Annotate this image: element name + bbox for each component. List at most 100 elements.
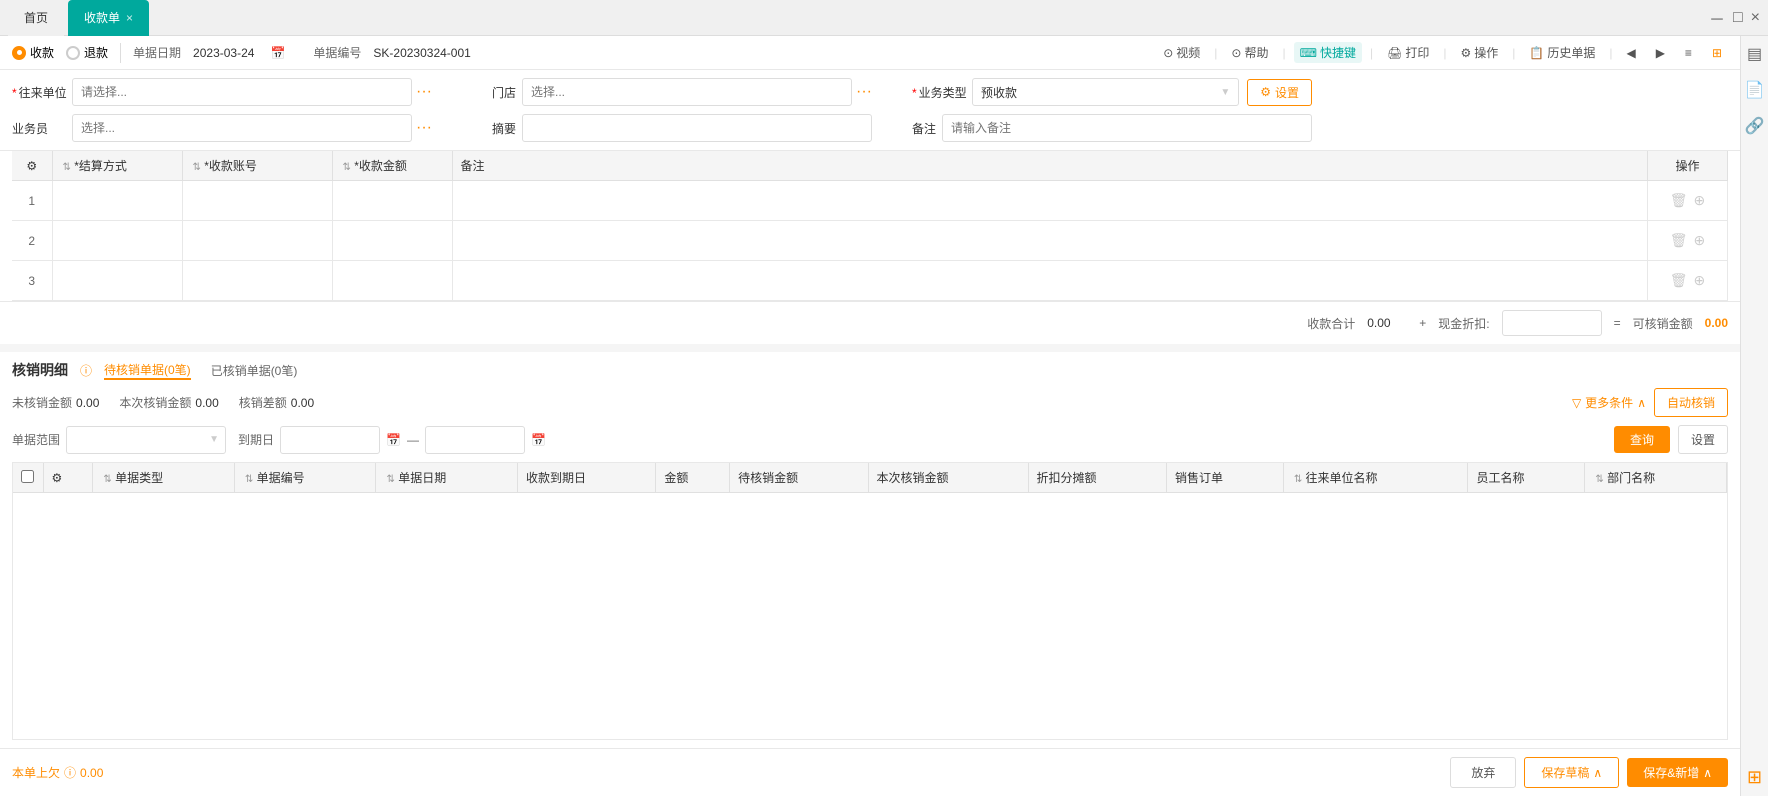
amount-col-header: ⇅ *收款金额	[332, 151, 452, 181]
calendar-icon[interactable]: 📅	[270, 46, 285, 60]
settings-col-header[interactable]: ⚙	[12, 151, 52, 181]
draft-btn[interactable]: 保存草稿 ∧	[1524, 757, 1619, 788]
row-2-remark[interactable]	[452, 221, 1648, 261]
note-label: 备注	[912, 120, 942, 137]
verify-table: ⚙ ⇅ 单据类型 ⇅ 单据编号 ⇅	[13, 463, 1727, 493]
row-3-settlement[interactable]	[52, 261, 182, 301]
row-2-account[interactable]	[182, 221, 332, 261]
select-all-checkbox[interactable]	[21, 470, 34, 483]
print-btn[interactable]: 🖨 打印	[1381, 42, 1435, 63]
pending-tab-link[interactable]: 待核销单据(0笔)	[104, 361, 191, 380]
sidebar-icon-link[interactable]: 🔗	[1745, 116, 1765, 136]
receipt-table-section: ⚙ ⇅ *结算方式 ⇅ *收款账号 ⇅ *收款金额	[0, 151, 1740, 301]
salesperson-input[interactable]	[72, 114, 412, 142]
prev-btn[interactable]: ◀	[1620, 44, 1641, 62]
table-settings-icon-2[interactable]: ⚙	[52, 471, 63, 485]
col-settings-header[interactable]: ⚙	[43, 463, 93, 493]
sidebar-icon-active[interactable]: ⊞	[1747, 767, 1762, 788]
row-3-delete-icon[interactable]: 🗑	[1670, 272, 1688, 289]
done-tab-link[interactable]: 已核销单据(0笔)	[211, 362, 298, 379]
row-3-amount[interactable]	[332, 261, 452, 301]
total-value: 0.00	[1367, 316, 1407, 330]
shop-more-btn[interactable]: ···	[856, 84, 872, 100]
row-2-delete-icon[interactable]: 🗑	[1670, 232, 1688, 249]
row-3-remark[interactable]	[452, 261, 1648, 301]
shop-input[interactable]	[522, 78, 852, 106]
date-from-input[interactable]: 2022-04-01	[280, 426, 380, 454]
diff-label: 核销差额	[239, 394, 287, 411]
table-settings-icon[interactable]: ⚙	[26, 159, 37, 173]
date-to-input[interactable]: 2022-04-12	[425, 426, 525, 454]
summary-label: 摘要	[492, 120, 522, 137]
bottom-actions: 放弃 保存草稿 ∧ 保存&新增 ∧	[1450, 757, 1728, 788]
row-2-copy-icon[interactable]: ⊕	[1694, 232, 1706, 249]
next-btn[interactable]: ▶	[1650, 44, 1671, 62]
sort-icon-settlement[interactable]: ⇅	[63, 162, 71, 173]
radio-refund[interactable]: 退款	[66, 44, 108, 61]
filter-icon: ▽	[1572, 396, 1581, 410]
setting-button[interactable]: ⚙ 设置	[1247, 79, 1312, 106]
row-1-amount[interactable]	[332, 181, 452, 221]
col-sales-order: 销售订单	[1166, 463, 1283, 493]
video-btn[interactable]: ⊙ 视频	[1157, 42, 1206, 63]
minimize-btn[interactable]: －	[1709, 6, 1725, 30]
toolbar: 收款 退款 单据日期 2023-03-24 📅 单据编号 SK-20230324…	[0, 36, 1740, 70]
doc-range-select[interactable]: ▼	[66, 426, 226, 454]
row-2-settlement[interactable]	[52, 221, 182, 261]
row-2-amount[interactable]	[332, 221, 452, 261]
verify-settings-btn[interactable]: 设置	[1678, 425, 1728, 454]
close-btn[interactable]: ×	[1751, 9, 1760, 27]
auto-verify-btn[interactable]: 自动核销	[1654, 388, 1728, 417]
note-input[interactable]	[942, 114, 1312, 142]
operation-btn[interactable]: ⚙ 操作	[1454, 42, 1504, 63]
checkbox-col-header[interactable]	[13, 463, 43, 493]
col-doc-date: ⇅ 单据日期	[376, 463, 518, 493]
tab-receipt[interactable]: 收款单 ×	[68, 0, 149, 36]
history-btn[interactable]: 📋 历史单据	[1523, 42, 1601, 63]
col-pending-amount: 待核销金额	[730, 463, 868, 493]
business-type-select[interactable]: 预收款 ▼	[972, 78, 1239, 106]
tab-receipt-close[interactable]: ×	[126, 11, 133, 25]
right-sidebar: ▤ 📄 🔗 ⊞	[1740, 36, 1768, 796]
this-check-item: 本次核销金额 0.00	[119, 394, 218, 411]
list-view-btn[interactable]: ≡	[1679, 44, 1698, 62]
calendar-from-icon[interactable]: 📅	[386, 433, 401, 447]
row-3-account[interactable]	[182, 261, 332, 301]
unchecked-value: 0.00	[76, 396, 99, 410]
row-1-remark[interactable]	[452, 181, 1648, 221]
table-row: 3 🗑 ⊕	[12, 261, 1728, 301]
abandon-btn[interactable]: 放弃	[1450, 757, 1516, 788]
sidebar-icon-table[interactable]: ▤	[1747, 44, 1762, 64]
tab-home[interactable]: 首页	[8, 0, 64, 36]
salesperson-more-btn[interactable]: ···	[416, 120, 432, 136]
tab-receipt-label: 收款单	[84, 9, 120, 26]
sort-icon-account[interactable]: ⇅	[193, 162, 201, 173]
verify-info-icon[interactable]: ⓘ	[80, 362, 92, 379]
more-conditions-btn[interactable]: ▽ 更多条件 ∧	[1572, 394, 1646, 411]
row-1-delete-icon[interactable]: 🗑	[1670, 192, 1688, 209]
sidebar-icon-doc[interactable]: 📄	[1745, 80, 1765, 100]
due-date-range: 到期日 2022-04-01 📅 — 2022-04-12 📅	[238, 426, 546, 454]
row-1-settlement[interactable]	[52, 181, 182, 221]
business-type-field: 业务类型 预收款 ▼ ⚙ 设置	[912, 78, 1312, 106]
save-new-btn[interactable]: 保存&新增 ∧	[1627, 758, 1728, 787]
partner-more-btn[interactable]: ···	[416, 84, 432, 100]
partner-input[interactable]	[72, 78, 412, 106]
row-1-account[interactable]	[182, 181, 332, 221]
calendar-to-icon[interactable]: 📅	[531, 433, 546, 447]
doc-value: SK-20230324-001	[373, 46, 470, 60]
sort-icon-amount[interactable]: ⇅	[343, 162, 351, 173]
discount-input[interactable]	[1502, 310, 1602, 336]
shortcut-btn[interactable]: ⌨ 快捷键	[1294, 42, 1362, 63]
row-3-copy-icon[interactable]: ⊕	[1694, 272, 1706, 289]
help-btn[interactable]: ⊙ 帮助	[1225, 42, 1274, 63]
maximize-btn[interactable]: □	[1733, 9, 1743, 27]
verify-table-header: ⚙ ⇅ 单据类型 ⇅ 单据编号 ⇅	[13, 463, 1727, 493]
grid-view-btn[interactable]: ⊞	[1706, 44, 1728, 62]
query-btn[interactable]: 查询	[1614, 426, 1670, 453]
radio-receipt[interactable]: 收款	[12, 44, 54, 61]
summary-input[interactable]	[522, 114, 872, 142]
summary-row: 收款合计 0.00 + 现金折扣: = 可核销金额 0.00	[0, 301, 1740, 344]
radio-refund-label: 退款	[84, 44, 108, 61]
row-1-copy-icon[interactable]: ⊕	[1694, 192, 1706, 209]
